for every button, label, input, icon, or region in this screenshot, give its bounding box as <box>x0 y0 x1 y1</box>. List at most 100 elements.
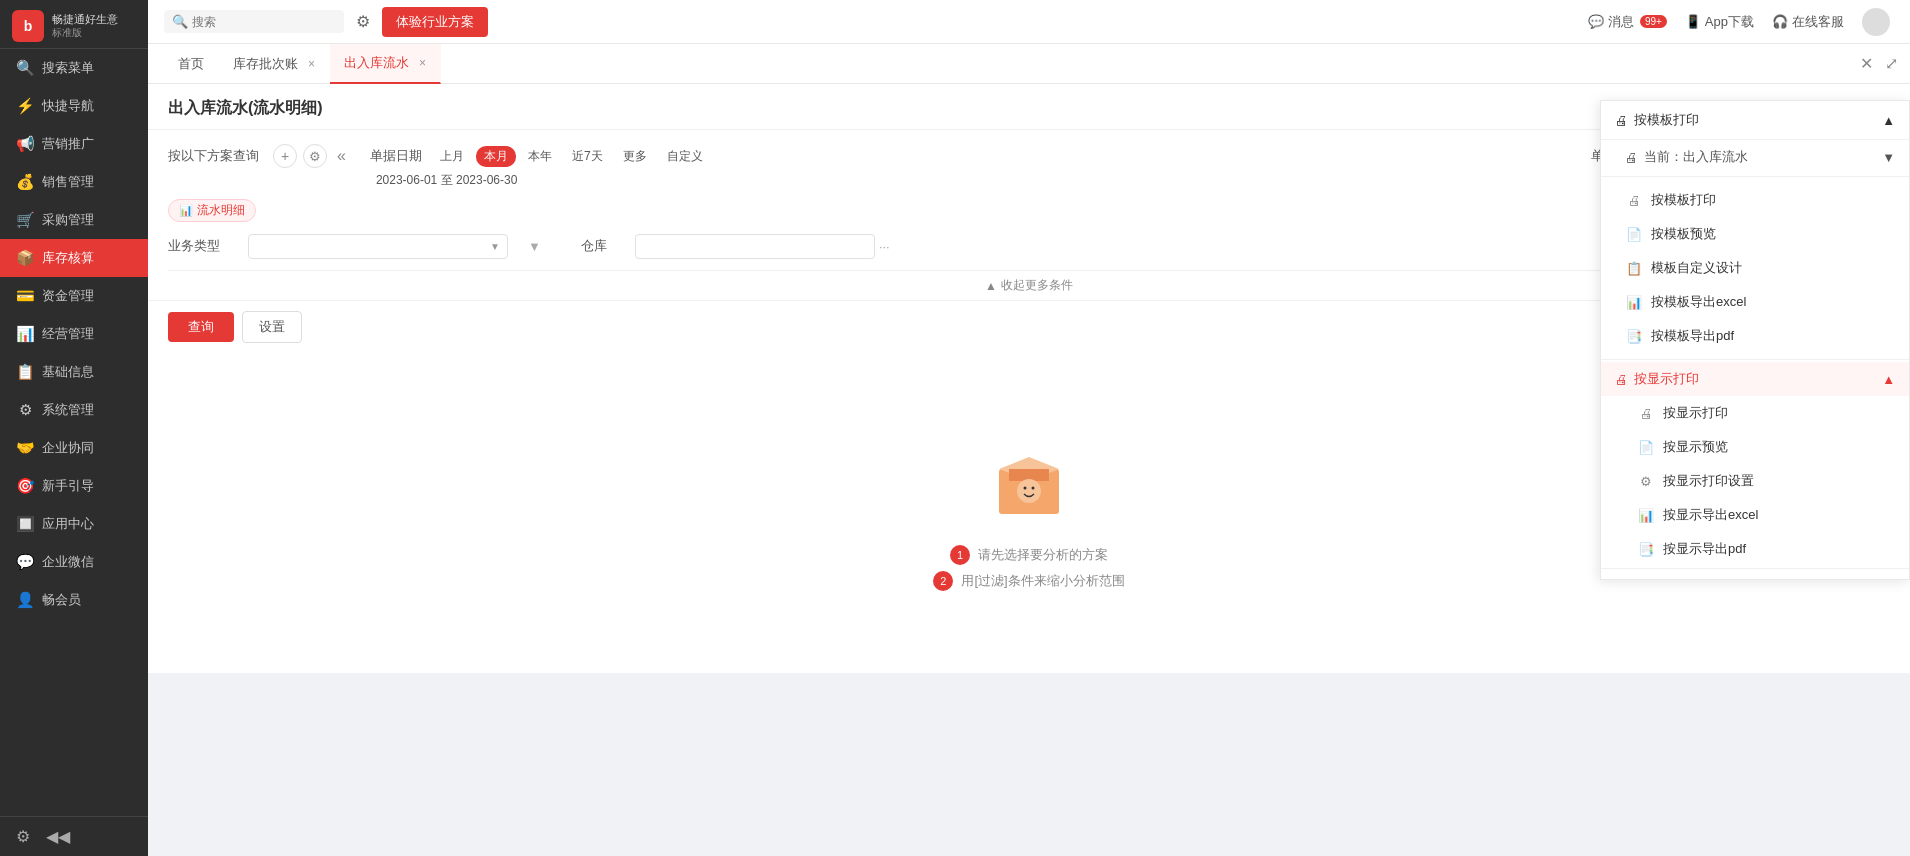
message-btn[interactable]: 💬 消息 99+ <box>1588 13 1667 31</box>
display-print-section-header[interactable]: 🖨 按显示打印 ▲ <box>1601 362 1909 396</box>
sidebar-item-system[interactable]: ⚙ 系统管理 <box>0 391 148 429</box>
wechat-label: 企业微信 <box>42 553 94 571</box>
basic-info-icon: 📋 <box>16 363 34 381</box>
set-default-item[interactable]: ⚙ 设置默认功能 ▼ <box>1601 571 1909 580</box>
sidebar-item-operations[interactable]: 📊 经营管理 <box>0 315 148 353</box>
member-icon: 👤 <box>16 591 34 609</box>
inventory-icon: 📦 <box>16 249 34 267</box>
system-icon: ⚙ <box>16 401 34 419</box>
sidebar-item-purchase[interactable]: 🛒 采购管理 <box>0 201 148 239</box>
template-preview-item[interactable]: 📄 按模板预览 <box>1601 217 1909 251</box>
dropdown-header: 🖨 按模板打印 ▲ <box>1601 101 1909 140</box>
excel-item-icon: 📊 <box>1625 295 1643 310</box>
sidebar-item-marketing[interactable]: 📢 营销推广 <box>0 125 148 163</box>
app-center-label: 应用中心 <box>42 515 94 533</box>
display-print-section-icon: 🖨 <box>1615 372 1628 387</box>
search-wrap: 🔍 <box>164 10 344 33</box>
purchase-label: 采购管理 <box>42 211 94 229</box>
filter-settings-btn[interactable]: ⚙ <box>303 144 327 168</box>
date-pill-7days[interactable]: 近7天 <box>564 146 611 167</box>
sales-label: 销售管理 <box>42 173 94 191</box>
settings-icon[interactable]: ⚙ <box>16 827 30 846</box>
dropdown-chevron-up[interactable]: ▲ <box>1882 113 1895 128</box>
dropdown-current[interactable]: 🖨 当前：出入库流水 ▼ <box>1601 140 1909 174</box>
app-download-btn[interactable]: 📱 App下载 <box>1685 13 1754 31</box>
collapse-icon[interactable]: ◀◀ <box>46 827 70 846</box>
empty-step-2: 2 用[过滤]条件来缩小分析范围 <box>933 571 1124 591</box>
template-print-item[interactable]: 🖨 按模板打印 <box>1601 183 1909 217</box>
warehouse-more-icon[interactable]: ··· <box>879 239 890 254</box>
date-pill-custom[interactable]: 自定义 <box>659 146 711 167</box>
date-pill-this-year[interactable]: 本年 <box>520 146 560 167</box>
inventory-label: 库存核算 <box>42 249 94 267</box>
business-type-select[interactable] <box>248 234 508 259</box>
settings-btn[interactable]: 设置 <box>242 311 302 343</box>
tab-close-flow[interactable]: × <box>419 56 426 70</box>
template-custom-item[interactable]: 📋 模板自定义设计 <box>1601 251 1909 285</box>
quick-nav-icon: ⚡ <box>16 97 34 115</box>
svg-point-5 <box>1032 487 1035 490</box>
sidebar-item-finance[interactable]: 💳 资金管理 <box>0 277 148 315</box>
industry-btn[interactable]: 体验行业方案 <box>382 7 488 37</box>
app-name: 畅捷通好生意 <box>52 12 118 26</box>
business-type-label: 业务类型 <box>168 232 220 260</box>
template-export-excel-item[interactable]: 📊 按模板导出excel <box>1601 285 1909 319</box>
display-preview-item[interactable]: 📄 按显示预览 <box>1601 430 1909 464</box>
user-avatar[interactable] <box>1862 8 1894 36</box>
guide-icon: 🎯 <box>16 477 34 495</box>
sidebar-item-basic-info[interactable]: 📋 基础信息 <box>0 353 148 391</box>
topbar: 🔍 ⚙ 体验行业方案 💬 消息 99+ 📱 App下载 🎧 在线客服 <box>148 0 1910 44</box>
disp-settings-icon: ⚙ <box>1637 474 1655 489</box>
topbar-gear-icon[interactable]: ⚙ <box>356 12 370 31</box>
tab-close-batch[interactable]: × <box>308 57 315 71</box>
page-title: 出入库流水(流水明细) <box>168 98 323 129</box>
tab-label-home: 首页 <box>178 55 204 73</box>
maximize-btn[interactable]: ⤢ <box>1881 50 1902 77</box>
empty-illustration <box>979 429 1079 529</box>
filter-collapse-btn[interactable]: « <box>333 147 350 165</box>
app-edition: 标准版 <box>52 26 118 40</box>
sidebar-item-quick-nav[interactable]: ⚡ 快捷导航 <box>0 87 148 125</box>
finance-icon: 💳 <box>16 287 34 305</box>
sidebar-item-inventory[interactable]: 📦 库存核算 <box>0 239 148 277</box>
template-print-section: 🖨 按模板打印 📄 按模板预览 📋 模板自定义设计 📊 按模板导出excel 📑… <box>1601 179 1909 357</box>
system-label: 系统管理 <box>42 401 94 419</box>
warehouse-input[interactable] <box>635 234 875 259</box>
tab-flow[interactable]: 出入库流水× <box>330 44 441 84</box>
filter-add-btn[interactable]: + <box>273 144 297 168</box>
online-service-btn[interactable]: 🎧 在线客服 <box>1772 13 1844 31</box>
display-print-settings-item[interactable]: ⚙ 按显示打印设置 <box>1601 464 1909 498</box>
sidebar-item-wechat[interactable]: 💬 企业微信 <box>0 543 148 581</box>
search-input[interactable] <box>192 15 322 29</box>
date-pill-last-month[interactable]: 上月 <box>432 146 472 167</box>
filter-tag-icon: 📊 <box>179 204 193 217</box>
display-export-pdf-item[interactable]: 📑 按显示导出pdf <box>1601 532 1909 566</box>
sidebar-item-guide[interactable]: 🎯 新手引导 <box>0 467 148 505</box>
sidebar-item-enterprise[interactable]: 🤝 企业协同 <box>0 429 148 467</box>
message-badge: 99+ <box>1640 15 1667 28</box>
business-dropdown-icon[interactable]: ▼ <box>528 239 541 254</box>
svg-point-3 <box>1017 479 1041 503</box>
custom-item-icon: 📋 <box>1625 261 1643 276</box>
filter-label-group: 按以下方案查询 + ⚙ « <box>168 142 350 170</box>
sidebar-item-app-center[interactable]: 🔲 应用中心 <box>0 505 148 543</box>
close-tab-btn[interactable]: ✕ <box>1856 50 1877 77</box>
sidebar-item-search[interactable]: 🔍 搜索菜单 <box>0 49 148 87</box>
operations-icon: 📊 <box>16 325 34 343</box>
operations-label: 经营管理 <box>42 325 94 343</box>
display-export-excel-item[interactable]: 📊 按显示导出excel <box>1601 498 1909 532</box>
disp-excel-icon: 📊 <box>1637 508 1655 523</box>
tab-batch[interactable]: 库存批次账× <box>219 44 330 84</box>
divider-1 <box>1601 176 1909 177</box>
date-pill-this-month[interactable]: 本月 <box>476 146 516 167</box>
sidebar-bottom: ⚙ ◀◀ <box>0 816 148 856</box>
current-icon: 🖨 <box>1625 150 1638 165</box>
tabs-right: ✕ ⤢ <box>1856 50 1910 77</box>
sidebar-item-sales[interactable]: 💰 销售管理 <box>0 163 148 201</box>
query-btn[interactable]: 查询 <box>168 312 234 342</box>
date-pill-more[interactable]: 更多 <box>615 146 655 167</box>
sidebar-item-member[interactable]: 👤 畅会员 <box>0 581 148 619</box>
tab-home[interactable]: 首页 <box>164 44 219 84</box>
template-export-pdf-item[interactable]: 📑 按模板导出pdf <box>1601 319 1909 353</box>
display-print-item[interactable]: 🖨 按显示打印 <box>1601 396 1909 430</box>
